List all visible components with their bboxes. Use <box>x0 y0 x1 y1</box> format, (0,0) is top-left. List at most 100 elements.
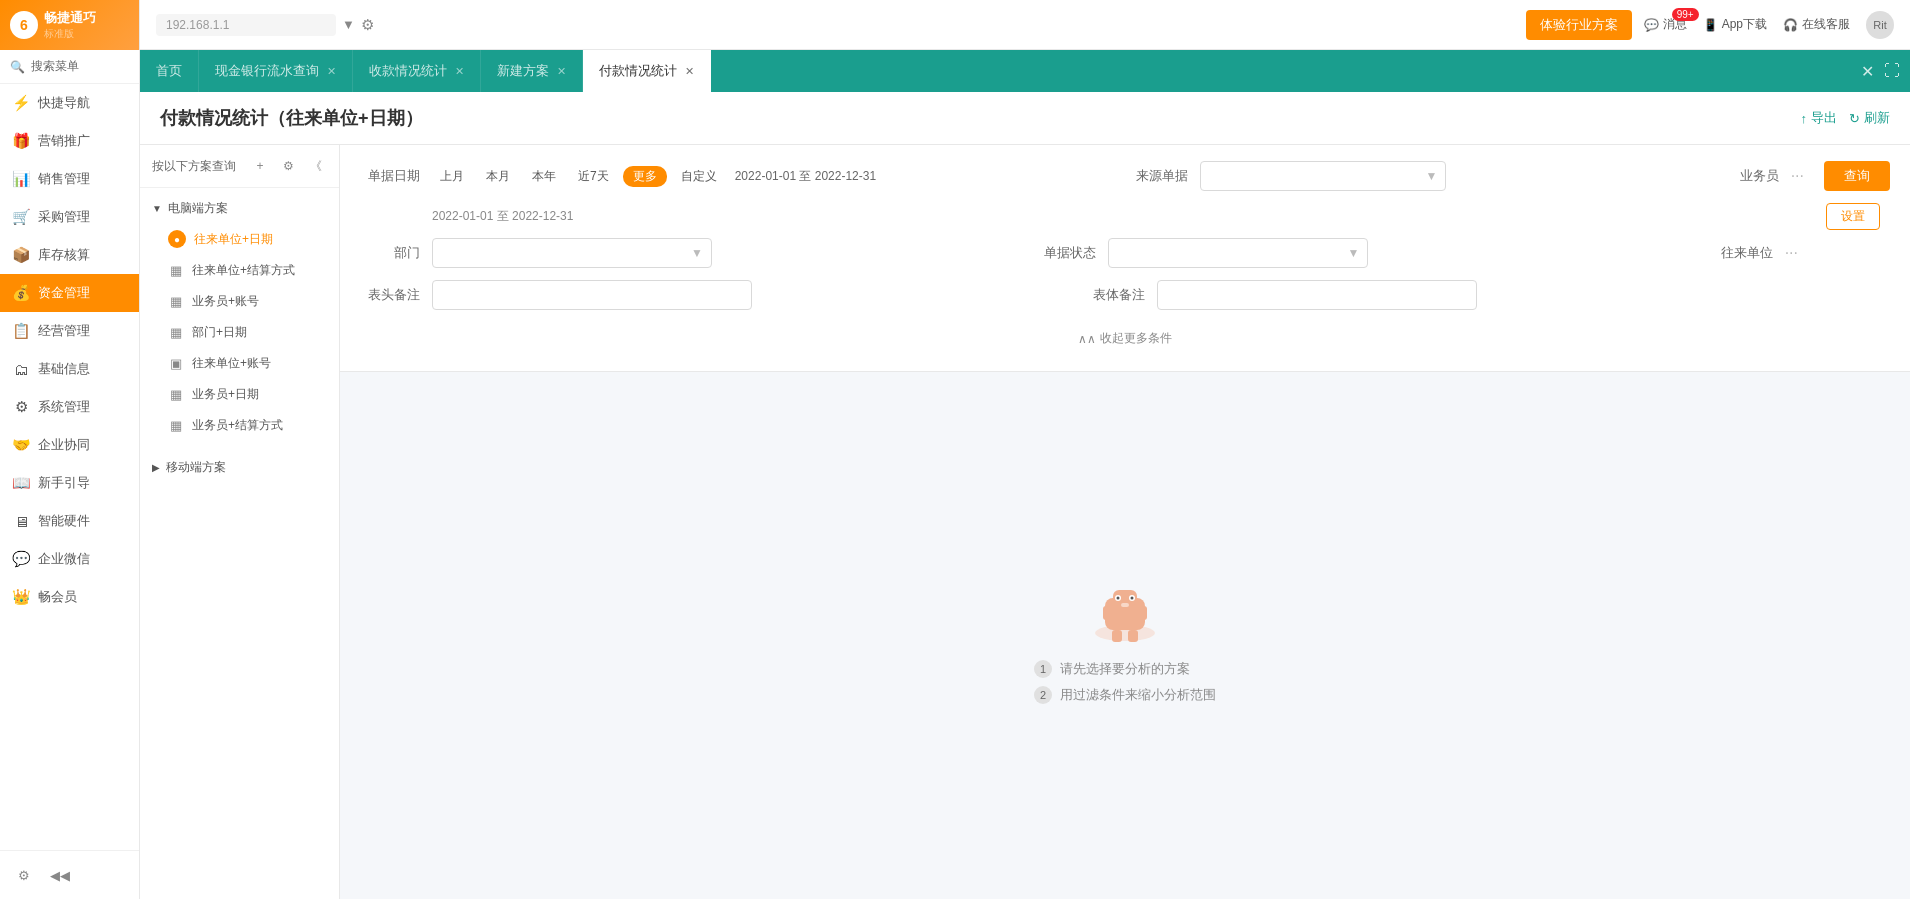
date-opt-more[interactable]: 更多 <box>623 166 667 187</box>
sidebar-item-quick-nav[interactable]: ⚡ 快捷导航 <box>0 84 139 122</box>
date-opt-this-year[interactable]: 本年 <box>524 166 564 187</box>
scheme-item-dept-date[interactable]: ▦ 部门+日期 <box>140 317 339 348</box>
newbie-icon: 📖 <box>12 474 30 492</box>
body-note-input[interactable] <box>1157 280 1477 310</box>
sidebar-item-operation[interactable]: 📋 经营管理 <box>0 312 139 350</box>
date-opt-this-month[interactable]: 本月 <box>478 166 518 187</box>
window-controls: ✕ ⛶ <box>1851 50 1910 92</box>
close-tab-btn[interactable]: ✕ <box>1861 62 1874 81</box>
search-menu[interactable]: 🔍 搜索菜单 <box>0 50 139 84</box>
sidebar-item-hardware[interactable]: 🖥 智能硬件 <box>0 502 139 540</box>
export-btn[interactable]: ↑ 导出 <box>1801 109 1838 127</box>
scheme-item-label: 往来单位+日期 <box>194 231 273 248</box>
scheme-item-label: 往来单位+账号 <box>192 355 271 372</box>
date-range-text: 2022-01-01 至 2022-12-31 <box>432 208 573 225</box>
voucher-status-label: 单据状态 <box>1036 244 1096 262</box>
query-btn[interactable]: 查询 <box>1824 161 1890 191</box>
address-dropdown-btn[interactable]: ▼ <box>342 17 355 32</box>
sidebar-item-purchase[interactable]: 🛒 采购管理 <box>0 198 139 236</box>
tab-home[interactable]: 首页 <box>140 50 199 92</box>
date-opt-7days[interactable]: 近7天 <box>570 166 617 187</box>
export-label: 导出 <box>1811 109 1837 127</box>
mobile-group-arrow: ▶ <box>152 462 160 473</box>
scheme-item-staff-account[interactable]: ▦ 业务员+账号 <box>140 286 339 317</box>
sidebar-item-sales[interactable]: 📊 销售管理 <box>0 160 139 198</box>
collapse-label: 收起更多条件 <box>1100 330 1172 347</box>
service-label: 在线客服 <box>1802 16 1850 33</box>
tab-collection-stat-close[interactable]: ✕ <box>455 65 464 78</box>
dept-select[interactable]: ▼ <box>432 238 712 268</box>
tab-collection-stat[interactable]: 收款情况统计 ✕ <box>353 50 481 92</box>
tab-payment-stat[interactable]: 付款情况统计 ✕ <box>583 50 711 92</box>
sidebar-item-capital[interactable]: 💰 资金管理 <box>0 274 139 312</box>
tab-cash-flow-close[interactable]: ✕ <box>327 65 336 78</box>
tab-new-scheme[interactable]: 新建方案 ✕ <box>481 50 583 92</box>
tab-payment-stat-close[interactable]: ✕ <box>685 65 694 78</box>
partner-label: 往来单位 <box>1713 244 1773 262</box>
scheme-item-partner-account[interactable]: ▣ 往来单位+账号 <box>140 348 339 379</box>
capital-icon: 💰 <box>12 284 30 302</box>
voucher-dropdown-icon: ▼ <box>1347 246 1359 260</box>
sidebar-item-inventory[interactable]: 📦 库存核算 <box>0 236 139 274</box>
scheme-item-partner-settle[interactable]: ▦ 往来单位+结算方式 <box>140 255 339 286</box>
scheme-item-partner-date[interactable]: ● 往来单位+日期 <box>140 223 339 255</box>
scheme-settings-btn[interactable]: ⚙ <box>277 155 299 177</box>
header-note-input[interactable] <box>432 280 752 310</box>
salesperson-dots[interactable]: ··· <box>1791 167 1804 185</box>
tab-new-scheme-close[interactable]: ✕ <box>557 65 566 78</box>
sidebar-item-basic[interactable]: 🗂 基础信息 <box>0 350 139 388</box>
app-download-btn[interactable]: 📱 App下载 <box>1703 16 1767 33</box>
svg-rect-7 <box>1121 603 1129 607</box>
sidebar-item-wechat[interactable]: 💬 企业微信 <box>0 540 139 578</box>
scheme-item-staff-settle[interactable]: ▦ 业务员+结算方式 <box>140 410 339 441</box>
tip-num-2: 2 <box>1034 686 1052 704</box>
sidebar-item-label: 经营管理 <box>38 322 90 340</box>
sidebar-item-label: 资金管理 <box>38 284 90 302</box>
right-panel: 单据日期 上月 本月 本年 近7天 更多 自定义 2022-01-01 至 20… <box>340 145 1910 899</box>
date-opt-last-month[interactable]: 上月 <box>432 166 472 187</box>
voucher-status-select[interactable]: ▼ <box>1108 238 1368 268</box>
scheme-item-staff-date[interactable]: ▦ 业务员+日期 <box>140 379 339 410</box>
refresh-btn[interactable]: ↻ 刷新 <box>1849 109 1890 127</box>
sidebar-item-system[interactable]: ⚙ 系统管理 <box>0 388 139 426</box>
sidebar-item-label: 企业微信 <box>38 550 90 568</box>
export-icon: ↑ <box>1801 111 1808 126</box>
user-avatar[interactable]: Rit <box>1866 11 1894 39</box>
online-service-btn[interactable]: 🎧 在线客服 <box>1783 16 1850 33</box>
sidebar-version: 标准版 <box>44 27 96 41</box>
collapse-sidebar-btn[interactable]: ◀◀ <box>46 861 74 889</box>
date-opt-custom[interactable]: 自定义 <box>673 166 725 187</box>
sidebar-item-marketing[interactable]: 🎁 营销推广 <box>0 122 139 160</box>
filter-row-3: 表头备注 表体备注 <box>360 280 1890 310</box>
tip-num-1: 1 <box>1034 660 1052 678</box>
message-badge: 99+ <box>1672 8 1699 21</box>
empty-tip-1: 1 请先选择要分析的方案 <box>1034 660 1216 678</box>
sidebar-item-member[interactable]: 👑 畅会员 <box>0 578 139 616</box>
address-bar[interactable]: 192.168.1.1 <box>156 14 336 36</box>
scheme-item-label: 业务员+账号 <box>192 293 259 310</box>
trial-industry-btn[interactable]: 体验行业方案 <box>1526 10 1632 40</box>
sidebar-item-newbie[interactable]: 📖 新手引导 <box>0 464 139 502</box>
pc-scheme-group-title[interactable]: ▼ 电脑端方案 <box>140 194 339 223</box>
tab-cash-flow[interactable]: 现金银行流水查询 ✕ <box>199 50 353 92</box>
sidebar-item-label: 新手引导 <box>38 474 90 492</box>
sidebar-item-cooperation[interactable]: 🤝 企业协同 <box>0 426 139 464</box>
refresh-icon: ↻ <box>1849 111 1860 126</box>
partner-dots[interactable]: ··· <box>1785 244 1798 262</box>
settings-btn[interactable]: ⚙ <box>361 16 374 34</box>
page-header-actions: ↑ 导出 ↻ 刷新 <box>1801 109 1891 127</box>
settings-footer-btn[interactable]: ⚙ <box>10 861 38 889</box>
source-select[interactable]: ▼ <box>1200 161 1446 191</box>
collapse-panel-btn[interactable]: 《 <box>305 155 327 177</box>
left-panel-header: 按以下方案查询 + ⚙ 《 <box>140 145 339 188</box>
svg-rect-10 <box>1112 630 1122 642</box>
maximize-btn[interactable]: ⛶ <box>1884 62 1900 80</box>
sidebar-item-label: 系统管理 <box>38 398 90 416</box>
mobile-scheme-group-title[interactable]: ▶ 移动端方案 <box>140 453 339 482</box>
add-scheme-btn[interactable]: + <box>249 155 271 177</box>
body-note-label: 表体备注 <box>1085 286 1145 304</box>
tab-collection-stat-label: 收款情况统计 <box>369 62 447 80</box>
setting-btn[interactable]: 设置 <box>1826 203 1880 230</box>
message-btn[interactable]: 💬 消息 99+ <box>1644 16 1687 33</box>
collapse-more-btn[interactable]: ∧∧ 收起更多条件 <box>360 322 1890 355</box>
